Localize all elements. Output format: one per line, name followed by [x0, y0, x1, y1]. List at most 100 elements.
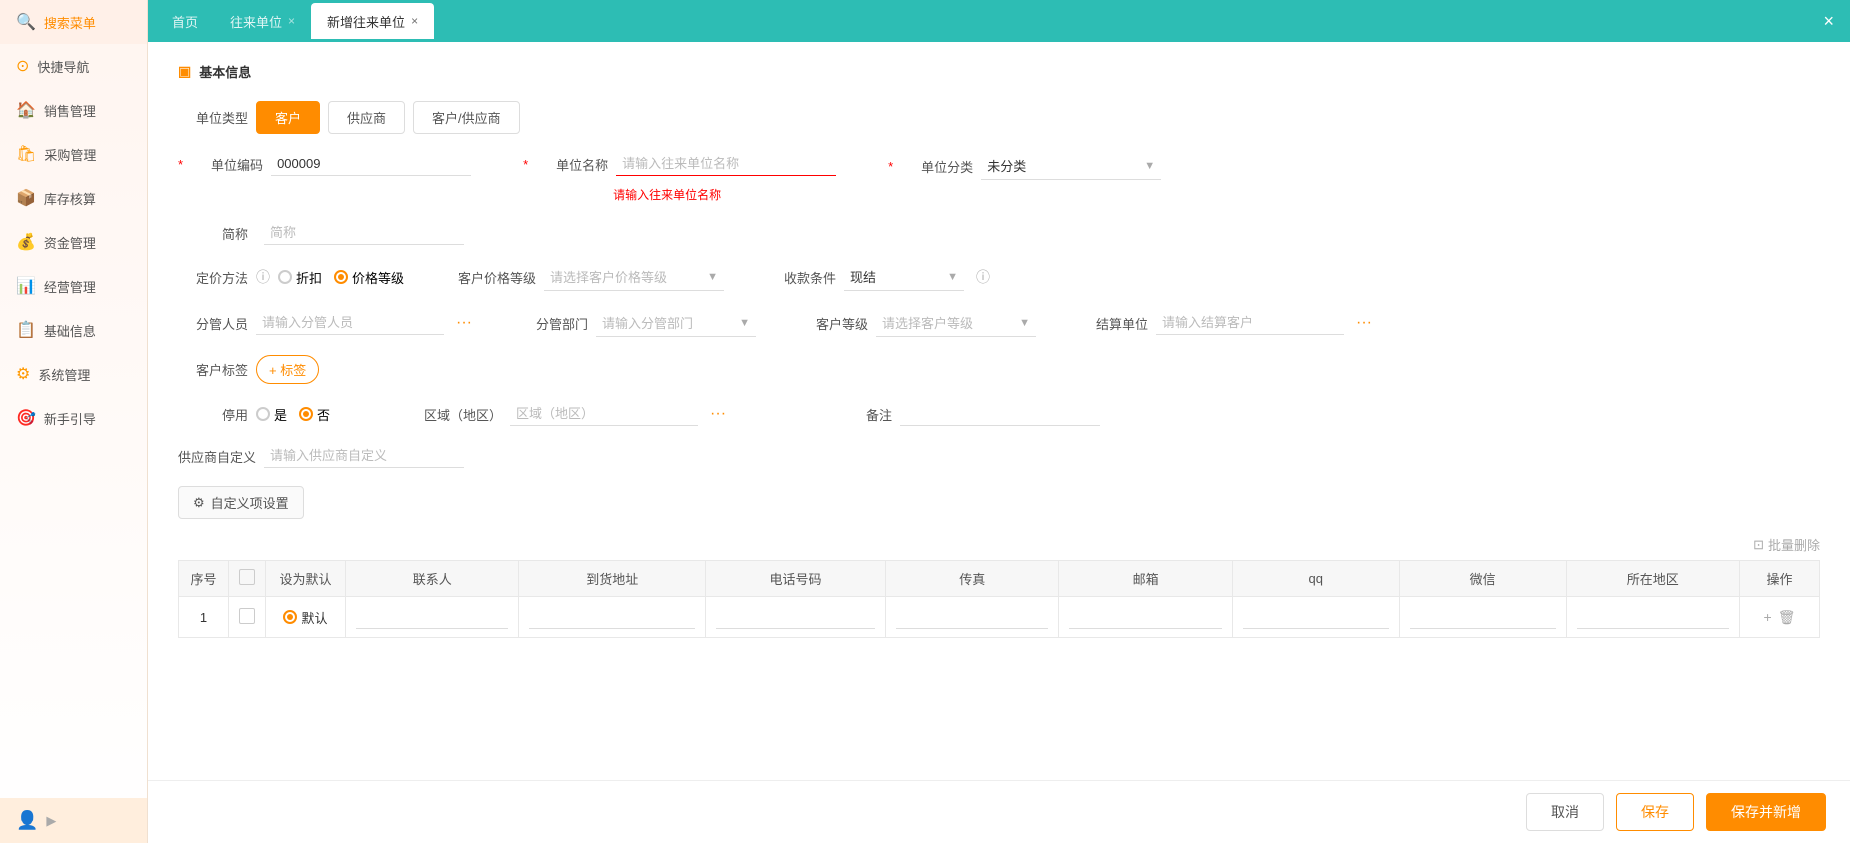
sidebar-label-search: 搜索菜单: [44, 13, 96, 32]
disabled-yes[interactable]: 是: [256, 405, 287, 424]
add-tag-btn[interactable]: + 标签: [256, 355, 319, 384]
region-input[interactable]: [510, 402, 698, 426]
sidebar-label-finance: 资金管理: [44, 233, 96, 252]
payment-info-icon[interactable]: ⓘ: [976, 267, 990, 287]
section-title: 基本信息: [199, 62, 251, 81]
name-input[interactable]: [616, 152, 836, 176]
row-region-input[interactable]: [1577, 605, 1729, 629]
sidebar-item-search[interactable]: 🔍 搜索菜单: [0, 0, 147, 44]
type-btn-customer[interactable]: 客户: [256, 101, 320, 134]
main-area: 首页 往来单位 × 新增往来单位 × × ▣ 基本信息 单位类型 客户 供应商 …: [148, 0, 1850, 843]
unit-type-group: 单位类型 客户 供应商 客户/供应商: [178, 101, 520, 134]
category-select[interactable]: 未分类 ▼: [981, 152, 1161, 180]
name-error: 请输入往来单位名称: [613, 186, 721, 203]
region-dots-btn[interactable]: ···: [706, 405, 730, 423]
save-button[interactable]: 保存: [1616, 793, 1694, 831]
sidebar-item-operations[interactable]: 📊 经营管理: [0, 264, 147, 308]
row-fax[interactable]: [886, 597, 1059, 638]
main-close-btn[interactable]: ×: [1815, 11, 1842, 32]
row-phone[interactable]: [706, 597, 886, 638]
row-supplier-custom: 供应商自定义: [178, 444, 1820, 468]
sidebar-item-guide[interactable]: 🎯 新手引导: [0, 396, 147, 440]
tab-home-label: 首页: [172, 12, 198, 31]
type-btn-supplier[interactable]: 供应商: [328, 101, 405, 134]
payment-select[interactable]: 现结 ▼: [844, 263, 964, 291]
customer-price-select[interactable]: 请选择客户价格等级 ▼: [544, 263, 724, 291]
pricing-radio-pricelevel[interactable]: 价格等级: [334, 268, 404, 287]
sidebar-item-inventory[interactable]: 📦 库存核算: [0, 176, 147, 220]
sidebar-item-purchase[interactable]: 🛍 采购管理: [0, 132, 147, 176]
sidebar-label-purchase: 采购管理: [44, 145, 96, 164]
cancel-button[interactable]: 取消: [1526, 793, 1604, 831]
contact-table: 序号 设为默认 联系人 到货地址 电话号码 传真 邮箱 qq 微信 所在地区 操…: [178, 560, 1820, 638]
settlement-input[interactable]: [1156, 311, 1344, 335]
fax-input[interactable]: [896, 605, 1048, 629]
add-row-btn[interactable]: +: [1764, 609, 1772, 626]
row-checkbox[interactable]: [239, 608, 255, 624]
row-qq[interactable]: [1232, 597, 1399, 638]
supplier-custom-input[interactable]: [264, 444, 464, 468]
unit-type-label: 单位类型: [178, 108, 248, 127]
customer-level-chevron: ▼: [1019, 317, 1030, 329]
tab-bar: 首页 往来单位 × 新增往来单位 × ×: [148, 0, 1850, 42]
save-new-button[interactable]: 保存并新增: [1706, 793, 1826, 831]
tab-new-partner[interactable]: 新增往来单位 ×: [311, 3, 434, 39]
customer-level-select[interactable]: 请选择客户等级 ▼: [876, 309, 1036, 337]
pricing-radio-group: 折扣 价格等级: [278, 268, 404, 287]
tab-home[interactable]: 首页: [156, 3, 214, 39]
sidebar-item-quick-nav[interactable]: ⊙ 快捷导航: [0, 44, 147, 88]
delete-row-btn[interactable]: 🗑: [1778, 609, 1796, 626]
email-input[interactable]: [1069, 605, 1221, 629]
sidebar-label-inventory: 库存核算: [44, 189, 96, 208]
row-email[interactable]: [1059, 597, 1232, 638]
sidebar-item-base[interactable]: 📋 基础信息: [0, 308, 147, 352]
row-contact[interactable]: [346, 597, 519, 638]
address-input[interactable]: [529, 605, 695, 629]
dept-select[interactable]: 请输入分管部门 ▼: [596, 309, 756, 337]
tab-new-partner-close[interactable]: ×: [411, 14, 418, 28]
row-wechat[interactable]: [1399, 597, 1566, 638]
finance-icon: 💰: [16, 232, 36, 252]
pricing-info-icon[interactable]: ⓘ: [256, 267, 270, 287]
sidebar-item-finance[interactable]: 💰 资金管理: [0, 220, 147, 264]
manager-dots-btn[interactable]: ···: [452, 314, 476, 332]
row-shortname: 简称: [178, 221, 1820, 245]
sidebar-item-system[interactable]: ⚙ 系统管理: [0, 352, 147, 396]
pricing-radio-discount[interactable]: 折扣: [278, 268, 322, 287]
row-address[interactable]: [519, 597, 706, 638]
phone-input[interactable]: [716, 605, 875, 629]
row-default-radio[interactable]: 默认: [276, 608, 335, 627]
type-btn-group: 客户 供应商 客户/供应商: [256, 101, 520, 134]
remark-group: 备注: [822, 402, 1100, 426]
tab-partners[interactable]: 往来单位 ×: [214, 3, 311, 39]
sidebar-label-guide: 新手引导: [44, 409, 96, 428]
table-row: 1 默认: [179, 597, 1820, 638]
custom-settings-btn[interactable]: ⚙ 自定义项设置: [178, 486, 304, 519]
wechat-input[interactable]: [1410, 605, 1556, 629]
disabled-no[interactable]: 否: [299, 405, 330, 424]
th-default: 设为默认: [266, 561, 346, 597]
region-group: 区域（地区） ···: [422, 402, 730, 426]
row-region[interactable]: [1566, 597, 1739, 638]
customer-level-label: 客户等级: [798, 314, 868, 333]
qq-input[interactable]: [1243, 605, 1389, 629]
tab-partners-close[interactable]: ×: [288, 14, 295, 28]
header-checkbox[interactable]: [239, 569, 255, 585]
disabled-radio-group: 是 否: [256, 405, 330, 424]
th-email: 邮箱: [1059, 561, 1232, 597]
batch-delete-label[interactable]: 批量删除: [1768, 535, 1820, 554]
remark-input[interactable]: [900, 402, 1100, 426]
th-region: 所在地区: [1566, 561, 1739, 597]
manager-input[interactable]: [256, 311, 444, 335]
shortname-input[interactable]: [264, 221, 464, 245]
type-btn-both[interactable]: 客户/供应商: [413, 101, 520, 134]
code-input[interactable]: [271, 152, 471, 176]
name-label: 单位名称: [538, 155, 608, 174]
settlement-dots-btn[interactable]: ···: [1352, 314, 1376, 332]
customer-price-label: 客户价格等级: [456, 268, 536, 287]
row-check[interactable]: [229, 597, 266, 638]
contact-input[interactable]: [356, 605, 508, 629]
sidebar-item-sales[interactable]: 🏠 销售管理: [0, 88, 147, 132]
row-pricing: 定价方法 ⓘ 折扣 价格等级 客户价格等级 请选择客户价格等级: [178, 263, 1820, 291]
system-icon: ⚙: [16, 364, 30, 384]
